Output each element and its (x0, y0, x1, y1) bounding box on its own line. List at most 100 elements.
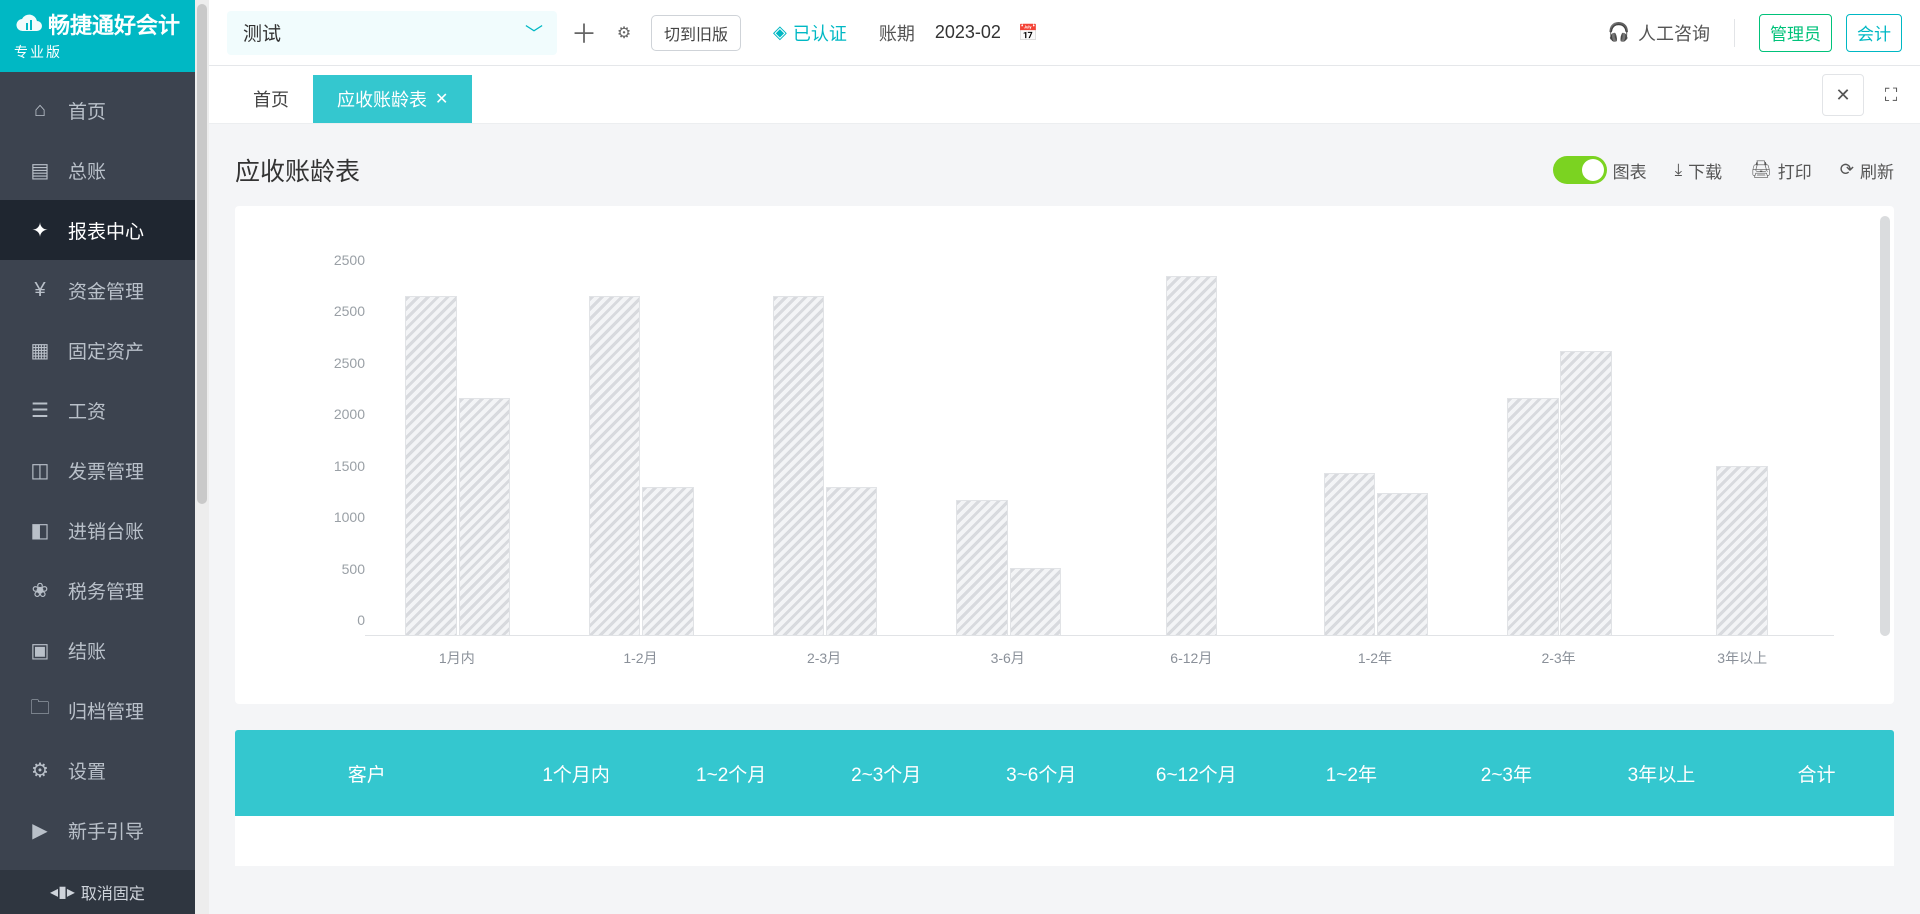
nav-label: 税务管理 (68, 577, 144, 604)
table-header-cell: 3年以上 (1584, 760, 1739, 787)
chart-toggle-label: 图表 (1613, 158, 1647, 183)
nav-label: 首页 (68, 97, 106, 124)
fullscreen-button[interactable]: ⛶ (1870, 74, 1912, 116)
bar (1716, 466, 1767, 636)
y-tick-label: 1500 (334, 458, 365, 474)
table-header-cell: 1~2年 (1274, 760, 1429, 787)
nav-list: ⌂ 首页 ▤ 总账 ✦报表中心 ¥资金管理 ▦固定资产 ☰ 工资 ◫发票管理 ◧进销台… (0, 72, 195, 860)
inventory-icon: ◧ (28, 518, 52, 542)
tax-icon: ❀ (28, 578, 52, 602)
nav-label: 工资 (68, 397, 106, 424)
nav-label: 新手引导 (68, 817, 144, 844)
bar-group: 1-2月 (549, 276, 733, 636)
page-title: 应收账龄表 (235, 152, 1525, 188)
nav-funds[interactable]: ¥资金管理 (0, 260, 195, 320)
nav-label: 设置 (68, 757, 106, 784)
bar (773, 296, 824, 636)
gear-icon: ⚙ (28, 758, 52, 782)
archive-icon: 🗀 (28, 698, 52, 722)
sidebar: 畅捷通好会计 专业版 ⌂首页 ▤总账 ✦报表中心 ¥资金管理 ▦固定资产 ☰工资… (0, 0, 195, 914)
role-accountant-button[interactable]: 会计 (1846, 14, 1902, 52)
switch-old-button[interactable]: 切到旧版 (651, 15, 741, 51)
y-tick-label: 2500 (334, 303, 365, 319)
y-tick-label: 500 (342, 561, 365, 577)
nav-close[interactable]: ▣结账 (0, 620, 195, 680)
chart-scrollbar[interactable] (1880, 216, 1890, 636)
cloud-icon (14, 11, 44, 37)
nav-purchase[interactable]: ◧进销台账 (0, 500, 195, 560)
table-header: 客户1个月内1~2个月2~3个月3~6个月6~12个月1~2年2~3年3年以上合… (235, 730, 1894, 816)
consult-link[interactable]: 🎧 人工咨询 (1608, 20, 1710, 46)
y-axis-labels: 0500100015002000250025002500 (321, 276, 365, 636)
brand-edition: 专业版 (14, 42, 181, 62)
sidebar-pin-toggle[interactable]: ◂▮▸ 取消固定 (0, 870, 195, 914)
y-tick-label: 2500 (334, 355, 365, 371)
bar-group: 6-12月 (1100, 276, 1284, 636)
tab-aging-report[interactable]: 应收账龄表 ✕ (313, 75, 472, 123)
ledger-icon: ▤ (28, 158, 52, 182)
x-tick-label: 2-3月 (732, 648, 916, 668)
main-content: 应收账龄表 图表 ⤓下载 🖨打印 ⟳刷新 0500100015002000250… (209, 124, 1920, 914)
x-tick-label: 1-2年 (1283, 648, 1467, 668)
nav-tax[interactable]: ❀ 税务管理 (0, 560, 195, 620)
x-tick-label: 1-2月 (549, 648, 733, 668)
sidebar-scrollbar[interactable] (195, 0, 209, 914)
close-icon[interactable]: ✕ (435, 89, 448, 109)
x-tick-label: 1月内 (365, 648, 549, 668)
header: 测试 ﹀ ＋ ⚙ 切到旧版 ◈ 已认证 账期 2023-02 📅 🎧 人工咨询 … (209, 0, 1920, 66)
nav-ledger[interactable]: ▤ 总账 (0, 140, 195, 200)
table-header-cell: 1~2个月 (654, 760, 809, 787)
chart-toggle[interactable]: 图表 (1553, 156, 1647, 184)
y-tick-label: 2000 (334, 406, 365, 422)
tab-home[interactable]: 首页 (229, 75, 313, 123)
home-icon: ⌂ (28, 98, 52, 122)
bar (956, 500, 1007, 636)
add-button[interactable]: ＋ (571, 20, 597, 46)
nav-archive[interactable]: 🗀归档管理 (0, 680, 195, 740)
nav-home[interactable]: ⌂ 首页 (0, 80, 195, 140)
bar-group: 2-3年 (1467, 276, 1651, 636)
table-body-empty (235, 816, 1894, 866)
settings-button[interactable]: ⚙ (611, 20, 637, 46)
nav-settings[interactable]: ⚙ 设置 (0, 740, 195, 800)
table-header-cell: 2~3个月 (809, 760, 964, 787)
role-admin-button[interactable]: 管理员 (1759, 14, 1832, 52)
refresh-button[interactable]: ⟳刷新 (1840, 158, 1894, 183)
x-tick-label: 2-3年 (1467, 648, 1651, 668)
toggle-switch[interactable] (1553, 156, 1607, 184)
bar-group: 1-2年 (1283, 276, 1467, 636)
payroll-icon: ☰ (28, 398, 52, 422)
chevron-down-icon: ﹀ (525, 20, 543, 46)
play-icon: ▶ (28, 818, 52, 842)
bar (459, 398, 510, 636)
download-button[interactable]: ⤓下载 (1675, 158, 1723, 183)
company-selector[interactable]: 测试 ﹀ (227, 11, 557, 55)
nav-payroll[interactable]: ☰ 工资 (0, 380, 195, 440)
nav-invoice[interactable]: ◫发票管理 (0, 440, 195, 500)
bar-group: 3-6月 (916, 276, 1100, 636)
table-header-cell: 6~12个月 (1119, 760, 1274, 787)
bar (1560, 351, 1611, 636)
pin-icon: ◂▮▸ (50, 882, 75, 902)
refresh-icon: ⟳ (1840, 160, 1854, 180)
nav-guide[interactable]: ▶ 新手引导 (0, 800, 195, 860)
bar (1324, 473, 1375, 636)
nav-label: 报表中心 (68, 217, 144, 244)
tabs-close-button[interactable]: ✕ (1822, 74, 1864, 116)
nav-label: 总账 (68, 157, 106, 184)
bar (405, 296, 456, 636)
table-header-cell: 客户 (235, 760, 499, 787)
tabstrip: 首页 应收账龄表 ✕ ✕ ⛶ (209, 66, 1920, 124)
nav-assets[interactable]: ▦固定资产 (0, 320, 195, 380)
print-button[interactable]: 🖨打印 (1750, 158, 1812, 183)
x-tick-label: 3年以上 (1650, 648, 1834, 668)
bar-groups: 1月内1-2月2-3月3-6月6-12月1-2年2-3年3年以上 (365, 276, 1834, 636)
nav-reports[interactable]: ✦报表中心 (0, 200, 195, 260)
shield-icon: ◈ (773, 22, 787, 43)
print-icon: 🖨 (1750, 160, 1772, 180)
nav-label: 结账 (68, 637, 106, 664)
verified-badge: ◈ 已认证 (773, 20, 847, 46)
calendar-icon[interactable]: 📅 (1015, 20, 1041, 46)
invoice-icon: ◫ (28, 458, 52, 482)
period-value: 2023-02 (935, 22, 1001, 43)
